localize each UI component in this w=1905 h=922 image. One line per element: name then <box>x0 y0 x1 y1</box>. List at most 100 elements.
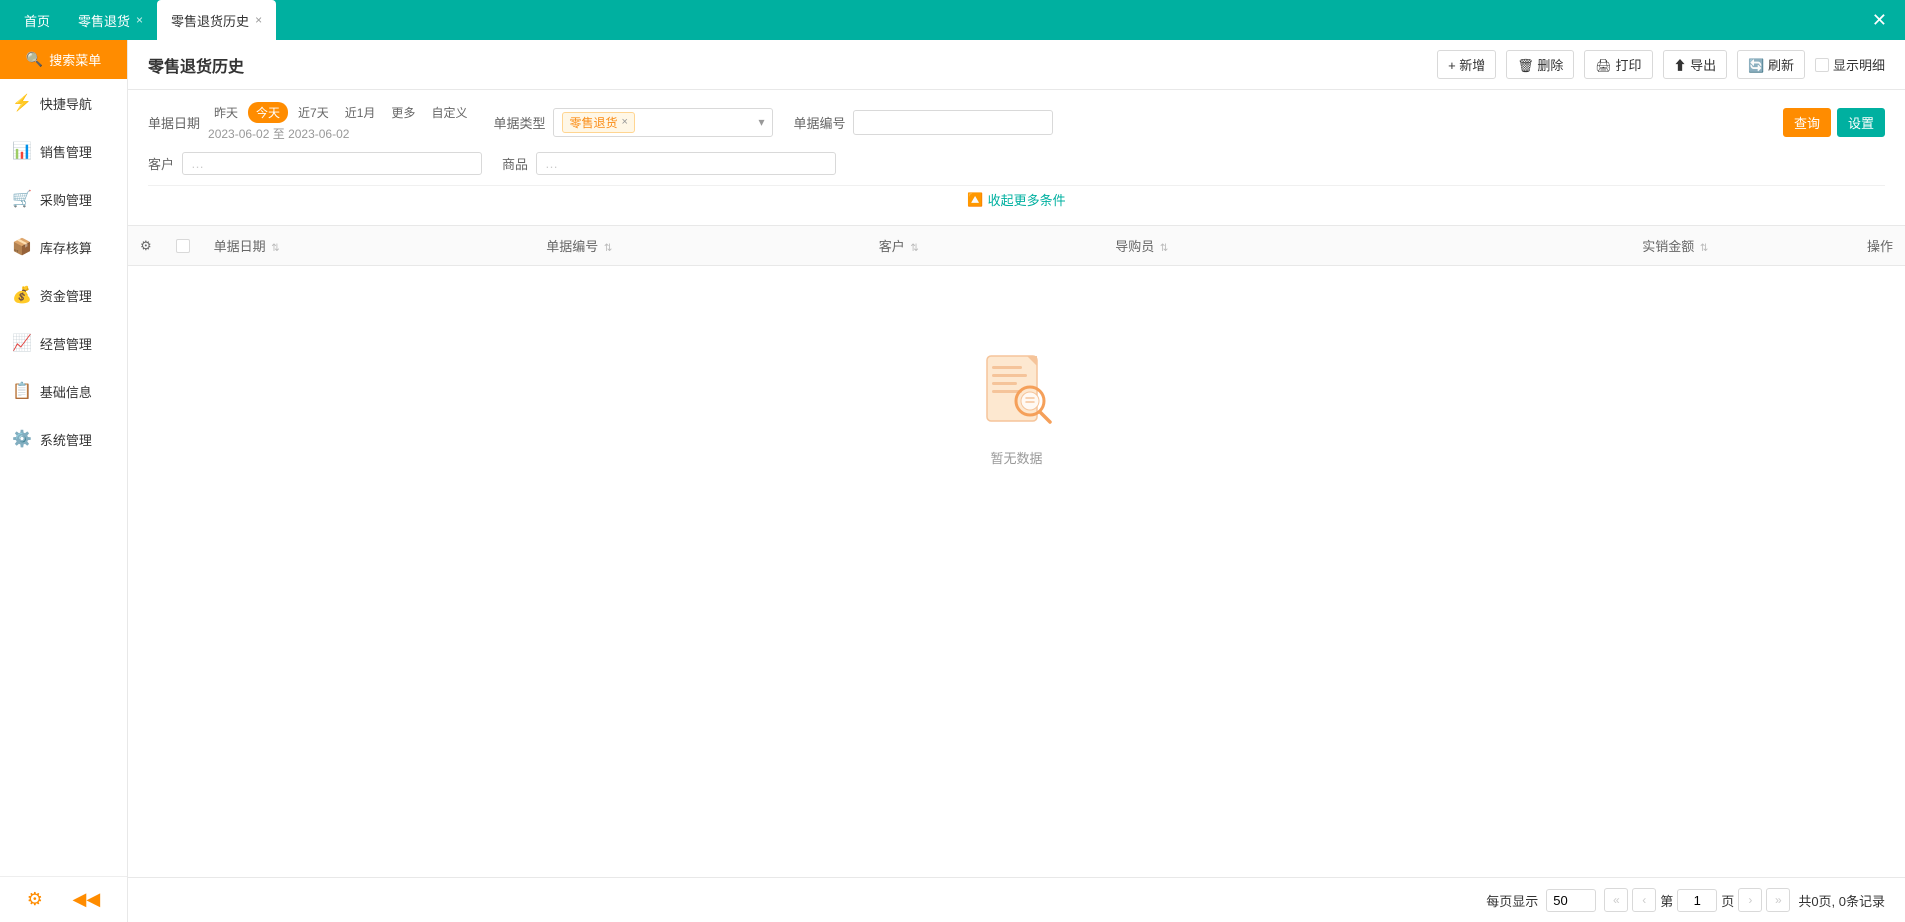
tab-retail-return-history[interactable]: 零售退货历史 × <box>157 0 276 40</box>
last-page-btn[interactable]: » <box>1766 888 1790 912</box>
filter-row-2: 客户 … 商品 … <box>148 152 1885 175</box>
filter-area: 单据日期 昨天 今天 近7天 近1月 更多 自定义 2023-06-02 至 2… <box>128 90 1905 226</box>
sidebar: 🔍 搜索菜单 ⚡ 快捷导航 📊 销售管理 🛒 采购管理 📦 库存核算 💰 资金管… <box>0 40 128 922</box>
date-label: 单据日期 <box>148 113 200 132</box>
voucher-label: 单据编号 <box>793 113 845 132</box>
type-label: 单据类型 <box>493 113 545 132</box>
search-icon: 🔍 <box>26 51 43 68</box>
sidebar-item-basic-info[interactable]: 📋 基础信息 <box>0 367 127 415</box>
sidebar-item-system[interactable]: ⚙️ 系统管理 <box>0 415 127 463</box>
table-header-row: ⚙ 单据日期 ⇅ 单据编号 ⇅ <box>128 226 1905 266</box>
goods-input[interactable]: … <box>536 152 836 175</box>
content-area: 零售退货历史 + 新增 🗑 删除 🖨 打印 ⬆ 导出 🔄 刷新 显示明细 单据日… <box>128 40 1905 922</box>
th-action: 操作 <box>1720 226 1905 266</box>
th-guide[interactable]: 导购员 ⇅ <box>1103 226 1388 266</box>
delete-button[interactable]: 🗑 删除 <box>1506 50 1574 79</box>
per-page-select-wrapper: 20 50 100 200 <box>1546 889 1596 912</box>
audio-icon[interactable]: ◀◀ <box>73 889 101 910</box>
add-button[interactable]: + 新增 <box>1437 50 1496 79</box>
th-gear[interactable]: ⚙ <box>128 226 164 266</box>
close-all-button[interactable]: ✕ <box>1864 10 1895 31</box>
sidebar-item-finance[interactable]: 💰 资金管理 <box>0 271 127 319</box>
settings-icon[interactable]: ⚙ <box>27 889 43 910</box>
inventory-icon: 📦 <box>12 237 32 257</box>
sales-icon: 📊 <box>12 141 32 161</box>
query-button[interactable]: 查询 <box>1783 108 1831 137</box>
date-option-group: 昨天 今天 近7天 近1月 更多 自定义 <box>208 102 473 123</box>
pagination: 每页显示 20 50 100 200 « ‹ 第 页 › » <box>128 877 1905 922</box>
tab-home[interactable]: 首页 <box>10 0 64 40</box>
type-dropdown-icon[interactable]: ▾ <box>758 115 764 129</box>
th-customer[interactable]: 客户 ⇅ <box>867 226 1104 266</box>
customer-placeholder: … <box>191 156 204 171</box>
sidebar-item-purchase[interactable]: 🛒 采购管理 <box>0 175 127 223</box>
export-button[interactable]: ⬆ 导出 <box>1663 50 1728 79</box>
page-nav: « ‹ 第 页 › » <box>1604 888 1790 912</box>
operations-label: 经营管理 <box>40 334 92 353</box>
sidebar-item-inventory[interactable]: 📦 库存核算 <box>0 223 127 271</box>
next-page-btn[interactable]: › <box>1738 888 1762 912</box>
per-page-select[interactable]: 20 50 100 200 <box>1546 889 1596 912</box>
date-opt-more[interactable]: 更多 <box>385 102 421 123</box>
page-suffix: 页 <box>1721 891 1734 910</box>
type-filter: 单据类型 零售退货 × ▾ <box>493 108 773 137</box>
close-tab-retail-return[interactable]: × <box>136 13 143 27</box>
print-button[interactable]: 🖨 打印 <box>1584 50 1652 79</box>
th-amount[interactable]: 实销金额 ⇅ <box>1388 226 1721 266</box>
page-header: 零售退货历史 + 新增 🗑 删除 🖨 打印 ⬆ 导出 🔄 刷新 显示明细 <box>128 40 1905 90</box>
display-toggle[interactable]: 显示明细 <box>1815 55 1885 74</box>
pagination-summary: 共0页, 0条记录 <box>1798 891 1885 910</box>
date-filter: 单据日期 昨天 今天 近7天 近1月 更多 自定义 2023-06-02 至 2… <box>148 102 473 142</box>
prev-page-btn[interactable]: ‹ <box>1632 888 1656 912</box>
goods-label: 商品 <box>502 154 528 173</box>
page-title: 零售退货历史 <box>148 53 244 77</box>
sidebar-footer: ⚙ ◀◀ <box>0 876 127 922</box>
header-checkbox[interactable] <box>176 239 190 253</box>
system-label: 系统管理 <box>40 430 92 449</box>
top-bar: 首页 零售退货 × 零售退货历史 × ✕ <box>0 0 1905 40</box>
display-toggle-checkbox[interactable] <box>1815 58 1829 72</box>
page-label: 第 <box>1660 891 1673 910</box>
collapse-up-icon: 🔼 <box>967 192 983 208</box>
th-checkbox[interactable] <box>164 226 202 266</box>
refresh-button[interactable]: 🔄 刷新 <box>1737 50 1805 79</box>
date-opt-today[interactable]: 今天 <box>248 102 288 123</box>
customer-filter: 客户 … <box>148 152 482 175</box>
page-input[interactable] <box>1677 889 1717 912</box>
per-page-label: 每页显示 <box>1486 891 1538 910</box>
tab-retail-return[interactable]: 零售退货 × <box>64 0 157 40</box>
finance-icon: 💰 <box>12 285 32 305</box>
header-actions: + 新增 🗑 删除 🖨 打印 ⬆ 导出 🔄 刷新 显示明细 <box>1437 50 1885 79</box>
system-icon: ⚙️ <box>12 429 32 449</box>
table-wrapper: ⚙ 单据日期 ⇅ 单据编号 ⇅ <box>128 226 1905 877</box>
sidebar-search[interactable]: 🔍 搜索菜单 <box>0 40 127 79</box>
display-toggle-label: 显示明细 <box>1833 55 1885 74</box>
type-tag-close[interactable]: × <box>621 116 627 128</box>
table-area: ⚙ 单据日期 ⇅ 单据编号 ⇅ <box>128 226 1905 922</box>
close-tab-retail-return-history[interactable]: × <box>255 13 262 27</box>
sidebar-item-sales[interactable]: 📊 销售管理 <box>0 127 127 175</box>
collapse-button[interactable]: 🔼 收起更多条件 <box>148 185 1885 213</box>
type-tag: 零售退货 × <box>562 112 634 133</box>
date-range-display: 2023-06-02 至 2023-06-02 <box>208 125 473 142</box>
date-opt-custom[interactable]: 自定义 <box>425 102 473 123</box>
date-opt-1month[interactable]: 近1月 <box>339 102 382 123</box>
date-opt-yesterday[interactable]: 昨天 <box>208 102 244 123</box>
main-layout: 🔍 搜索菜单 ⚡ 快捷导航 📊 销售管理 🛒 采购管理 📦 库存核算 💰 资金管… <box>0 40 1905 922</box>
th-voucher[interactable]: 单据编号 ⇅ <box>534 226 867 266</box>
sort-customer-icon: ⇅ <box>910 243 918 254</box>
th-date[interactable]: 单据日期 ⇅ <box>202 226 535 266</box>
sidebar-item-operations[interactable]: 📈 经营管理 <box>0 319 127 367</box>
action-buttons: 查询 设置 <box>1783 108 1885 137</box>
goods-placeholder: … <box>545 156 558 171</box>
type-input[interactable]: 零售退货 × ▾ <box>553 108 773 137</box>
sort-date-icon: ⇅ <box>271 243 279 254</box>
sidebar-item-shortcuts[interactable]: ⚡ 快捷导航 <box>0 79 127 127</box>
voucher-input[interactable] <box>853 110 1053 135</box>
first-page-btn[interactable]: « <box>1604 888 1628 912</box>
empty-state: 暂无数据 <box>128 266 1905 547</box>
date-opt-7days[interactable]: 近7天 <box>292 102 335 123</box>
settings-button[interactable]: 设置 <box>1837 108 1885 137</box>
customer-input[interactable]: … <box>182 152 482 175</box>
goods-filter: 商品 … <box>502 152 836 175</box>
